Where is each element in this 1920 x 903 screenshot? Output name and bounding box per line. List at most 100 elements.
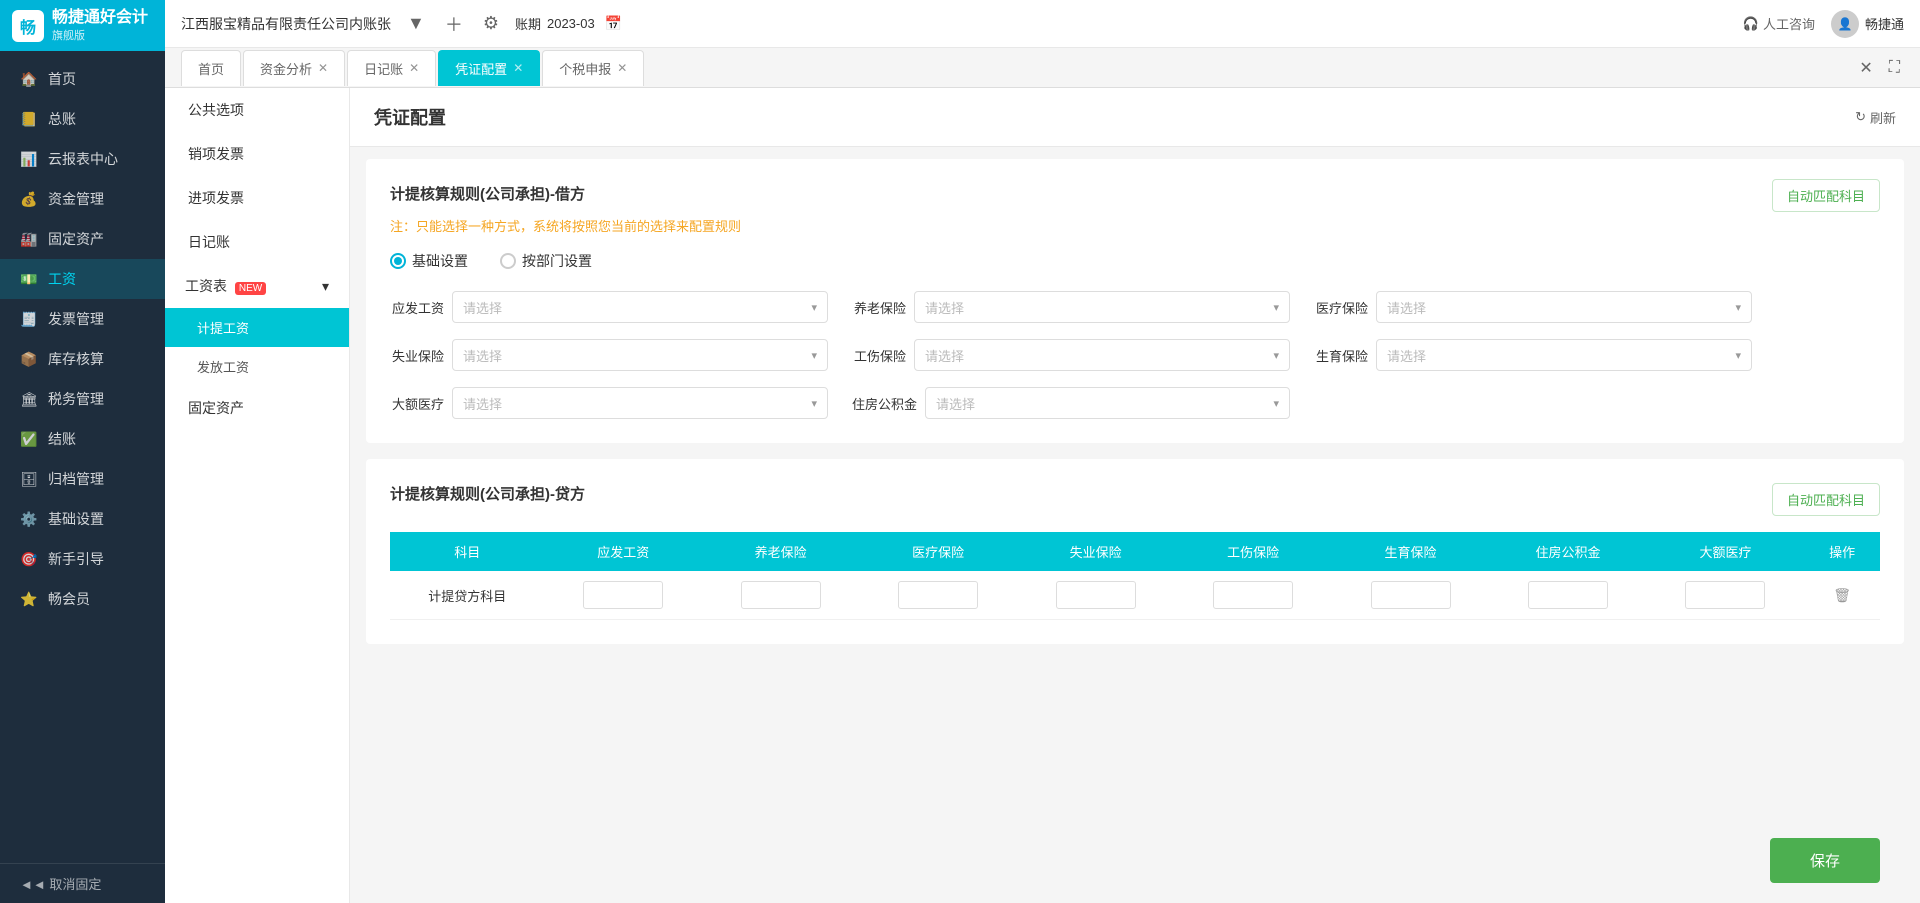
nav-journal[interactable]: 日记账 [165,220,349,264]
auto-match-credit-button[interactable]: 自动匹配科目 [1772,483,1880,516]
nav-sales[interactable]: 销项发票 [165,132,349,176]
td-shengyu-input[interactable] [1371,581,1451,609]
field-daeyiliao: 大额医疗 请选择 ▾ [390,387,828,419]
debit-form-row1: 应发工资 请选择 ▾ 养老保险 请选择 ▾ [390,291,1752,323]
sidebar-item-ledger[interactable]: 📒 总账 [0,99,165,139]
app-logo[interactable]: 畅 畅捷通好会计 旗舰版 [0,0,165,51]
sidebar-item-archive[interactable]: 🗄 归档管理 [0,459,165,499]
inventory-icon: 📦 [20,350,38,368]
save-btn-container: 保存 [1770,838,1880,883]
nav-purchase-label: 进项发票 [188,190,244,206]
sidebar-item-member[interactable]: ⭐ 畅会员 [0,579,165,619]
td-shiye-input[interactable] [1056,581,1136,609]
select-gongshang-placeholder: 请选择 [925,346,964,365]
nav-salary-table-group[interactable]: 工资表 NEW ▾ [165,264,349,308]
tab-funds-label: 资金分析 [260,59,312,78]
settings-icon: ⚙️ [20,510,38,528]
auto-match-debit-button[interactable]: 自动匹配科目 [1772,179,1880,212]
guide-icon: 🎯 [20,550,38,568]
select-daeyiliao[interactable]: 请选择 ▾ [452,387,828,419]
company-dropdown-button[interactable]: ▼ [403,9,429,38]
nav-pay-salary[interactable]: 发放工资 [165,347,349,386]
select-shiye-placeholder: 请选择 [463,346,502,365]
td-daeyiliao-input[interactable] [1685,581,1765,609]
maximize-button[interactable]: ⛶ [1885,54,1904,82]
settings-button[interactable]: ⚙ [479,9,503,38]
tab-voucher-config[interactable]: 凭证配置 ✕ [438,50,540,86]
td-yifa-input[interactable] [583,581,663,609]
sidebar-label-settings: 基础设置 [48,509,104,529]
select-shiye[interactable]: 请选择 ▾ [452,339,828,371]
sidebar-item-reports[interactable]: 📊 云报表中心 [0,139,165,179]
tab-journal-close[interactable]: ✕ [409,61,419,75]
sidebar-item-invoices[interactable]: 🧾 发票管理 [0,299,165,339]
select-gongshang[interactable]: 请选择 ▾ [914,339,1290,371]
tab-tax-report[interactable]: 个税申报 ✕ [542,50,644,86]
table-row: 计提贷方科目 🗑 [390,571,1880,620]
th-gongshang: 工伤保险 [1174,532,1331,571]
tab-tax-close[interactable]: ✕ [617,61,627,75]
sidebar-label-assets: 固定资产 [48,229,104,249]
td-gongshang-input[interactable] [1213,581,1293,609]
chevron-gongshang-icon: ▾ [1273,349,1279,362]
field-yifa: 应发工资 请选择 ▾ [390,291,828,323]
tab-journal[interactable]: 日记账 ✕ [347,50,436,86]
user-menu[interactable]: 👤 畅捷通 [1831,10,1904,38]
credit-table: 科目 应发工资 养老保险 医疗保险 失业保险 工伤保险 生育保险 住房公积金 大… [390,532,1880,620]
sidebar-item-inventory[interactable]: 📦 库存核算 [0,339,165,379]
closing-icon: ✅ [20,430,38,448]
page-body: 公共选项 销项发票 进项发票 日记账 工资表 NEW ▾ 计提工资 [165,88,1920,903]
invoices-icon: 🧾 [20,310,38,328]
add-company-button[interactable]: ＋ [441,7,467,41]
delete-row-button[interactable]: 🗑 [1833,587,1851,603]
refresh-button[interactable]: ↻ 刷新 [1855,108,1896,127]
sidebar-item-funds[interactable]: 💰 资金管理 [0,179,165,219]
service-button[interactable]: 🎧 人工咨询 [1743,14,1815,33]
save-button[interactable]: 保存 [1770,838,1880,883]
label-shengyu: 生育保险 [1314,346,1368,365]
sidebar-item-home[interactable]: 🏠 首页 [0,59,165,99]
sidebar-item-assets[interactable]: 🏭 固定资产 [0,219,165,259]
td-yanglao-input[interactable] [741,581,821,609]
select-gjj[interactable]: 请选择 ▾ [925,387,1290,419]
th-shiye: 失业保险 [1017,532,1174,571]
cancel-pin-button[interactable]: ◄◄ 取消固定 [0,863,165,903]
nav-fixed-assets[interactable]: 固定资产 [165,386,349,430]
sidebar-label-home: 首页 [48,69,76,89]
ledger-icon: 📒 [20,110,38,128]
chevron-daeyiliao-icon: ▾ [811,397,817,410]
radio-department-label: 按部门设置 [522,251,592,271]
field-yiliao: 医疗保险 请选择 ▾ [1314,291,1752,323]
radio-basic[interactable]: 基础设置 [390,251,468,271]
td-daeyiliao-input-cell [1647,571,1804,620]
nav-calc-salary[interactable]: 计提工资 [165,308,349,347]
close-all-button[interactable]: ✕ [1855,54,1876,82]
nav-purchase[interactable]: 进项发票 [165,176,349,220]
tab-voucher-close[interactable]: ✕ [513,61,523,75]
td-gjj-input[interactable] [1528,581,1608,609]
sidebar-item-salary[interactable]: 💵 工资 [0,259,165,299]
field-gongshang: 工伤保险 请选择 ▾ [852,339,1290,371]
period-value: 2023-03 [547,16,595,31]
nav-public[interactable]: 公共选项 [165,88,349,132]
sidebar-item-tax[interactable]: 🏛 税务管理 [0,379,165,419]
select-yanglao[interactable]: 请选择 ▾ [914,291,1290,323]
sidebar-item-settings[interactable]: ⚙️ 基础设置 [0,499,165,539]
tab-home[interactable]: 首页 [181,50,241,86]
select-yifa[interactable]: 请选择 ▾ [452,291,828,323]
radio-department[interactable]: 按部门设置 [500,251,592,271]
select-shengyu[interactable]: 请选择 ▾ [1376,339,1752,371]
new-badge: NEW [235,282,266,295]
tab-funds[interactable]: 资金分析 ✕ [243,50,345,86]
td-yiliao-input[interactable] [898,581,978,609]
tab-funds-close[interactable]: ✕ [318,61,328,75]
radio-basic-label: 基础设置 [412,251,468,271]
nav-sales-label: 销项发票 [188,146,244,162]
sidebar-item-closing[interactable]: ✅ 结账 [0,419,165,459]
topbar-right: 🎧 人工咨询 👤 畅捷通 [1743,10,1904,38]
calendar-button[interactable]: 📅 [601,11,626,36]
sidebar-nav: 🏠 首页 📒 总账 📊 云报表中心 💰 资金管理 🏭 固定资产 💵 工资 🧾 发… [0,51,165,863]
sidebar-label-tax: 税务管理 [48,389,104,409]
select-yiliao[interactable]: 请选择 ▾ [1376,291,1752,323]
sidebar-item-guide[interactable]: 🎯 新手引导 [0,539,165,579]
